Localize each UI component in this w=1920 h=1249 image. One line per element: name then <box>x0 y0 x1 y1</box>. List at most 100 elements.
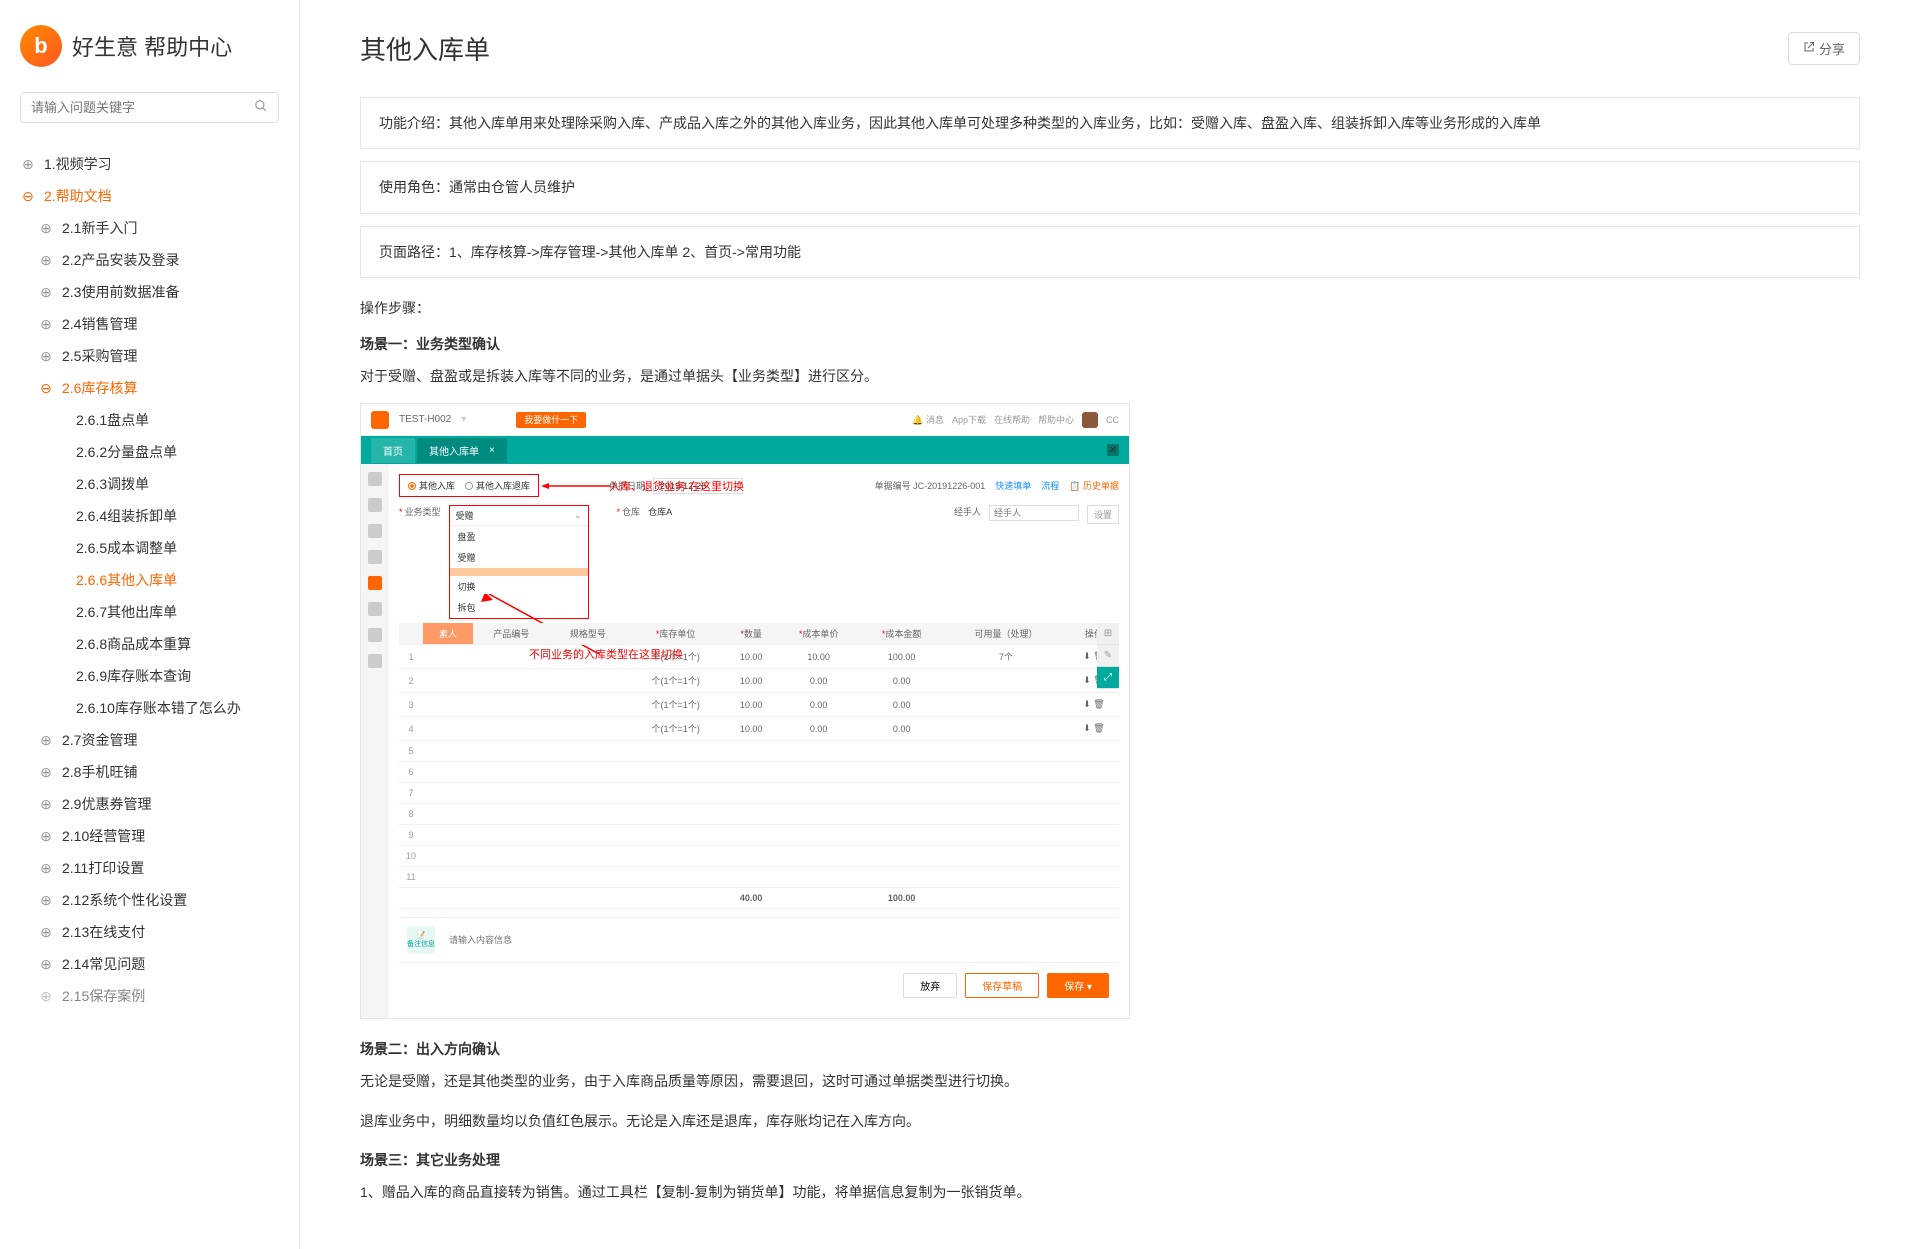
search-box[interactable] <box>20 92 279 123</box>
nav-2-6-5[interactable]: 2.6.5成本调整单 <box>76 532 279 564</box>
nav-label: 2.4销售管理 <box>62 314 137 334</box>
nav-label: 2.9优惠券管理 <box>62 794 151 814</box>
rail-icon-active[interactable] <box>368 576 382 590</box>
plus-icon <box>38 220 54 236</box>
dd-opt[interactable]: 受赠 <box>450 547 588 568</box>
nav-2-6-8[interactable]: 2.6.8商品成本重算 <box>76 628 279 660</box>
nav-2-1[interactable]: 2.1新手入门 <box>38 212 279 244</box>
history-link[interactable]: 📋 历史单据 <box>1069 479 1119 492</box>
tool-icon[interactable]: ✎ <box>1097 645 1119 667</box>
dd-opt[interactable]: 盘盈 <box>450 526 588 547</box>
nav-2-7[interactable]: 2.7资金管理 <box>38 724 279 756</box>
nav-label: 2.6.7其他出库单 <box>76 602 177 622</box>
nav-2-3[interactable]: 2.3使用前数据准备 <box>38 276 279 308</box>
rail-icon[interactable] <box>368 498 382 512</box>
nav-2-6-10[interactable]: 2.6.10库存账本错了怎么办 <box>76 692 279 724</box>
nav-label: 2.1新手入门 <box>62 218 137 238</box>
rail-icon[interactable] <box>368 628 382 642</box>
nav-2-15[interactable]: 2.15保存案例 <box>38 980 279 1012</box>
right-toolbar: ⊞ ✎ ⤢ <box>1097 623 1119 689</box>
path-label: 页面路径： <box>379 244 449 260</box>
nav-label: 2.6.9库存账本查询 <box>76 666 191 686</box>
nav-2-6-4[interactable]: 2.6.4组装拆卸单 <box>76 500 279 532</box>
tool-icon[interactable]: ⤢ <box>1097 667 1119 689</box>
nav-video[interactable]: 1.视频学习 <box>20 148 279 180</box>
plus-icon <box>38 764 54 780</box>
search-icon[interactable] <box>254 99 268 116</box>
rail-icon[interactable] <box>368 602 382 616</box>
nav-2-6[interactable]: 2.6库存核算 <box>38 372 279 404</box>
nav-2-2[interactable]: 2.2产品安装及登录 <box>38 244 279 276</box>
rail-icon[interactable] <box>368 550 382 564</box>
ss-msg-link[interactable]: 🔔 消息 <box>912 413 944 426</box>
plus-icon <box>38 348 54 364</box>
nav-2-6-7[interactable]: 2.6.7其他出库单 <box>76 596 279 628</box>
ss-action-button[interactable]: 我要做什一下 <box>516 412 586 428</box>
nav-label: 2.3使用前数据准备 <box>62 282 179 302</box>
intro-label: 功能介绍： <box>379 115 449 131</box>
radio-in[interactable]: 其他入库 <box>408 479 455 492</box>
radio-return[interactable]: 其他入库退库 <box>465 479 530 492</box>
page-title: 其他入库单 <box>360 30 490 67</box>
share-label: 分享 <box>1819 39 1845 58</box>
nav-label: 2.6.4组装拆卸单 <box>76 506 177 526</box>
nav-2-10[interactable]: 2.10经营管理 <box>38 820 279 852</box>
nav-label: 2.6库存核算 <box>62 378 137 398</box>
logo[interactable]: b 好生意 帮助中心 <box>20 25 279 67</box>
tool-icon[interactable]: ⊞ <box>1097 623 1119 645</box>
search-input[interactable] <box>31 100 254 115</box>
op-input[interactable] <box>989 505 1079 521</box>
nav-2-5[interactable]: 2.5采购管理 <box>38 340 279 372</box>
nav-2-11[interactable]: 2.11打印设置 <box>38 852 279 884</box>
quick-fill-link[interactable]: 快速填单 <box>995 479 1031 492</box>
nav-docs[interactable]: 2.帮助文档 <box>20 180 279 212</box>
nav-2-9[interactable]: 2.9优惠券管理 <box>38 788 279 820</box>
note-input[interactable] <box>443 929 1111 951</box>
note-row: 📝备注信息 <box>399 917 1119 962</box>
role-box: 使用角色：通常由仓管人员维护 <box>360 161 1860 213</box>
plus-icon <box>38 924 54 940</box>
ss-app-link[interactable]: App下载 <box>952 413 986 426</box>
ss-tabs: 首页 其他入库单 × ✕ <box>361 436 1129 464</box>
scene3-title: 场景三：其它业务处理 <box>360 1150 1860 1170</box>
plus-icon <box>38 252 54 268</box>
scene1-title: 场景一：业务类型确认 <box>360 334 1860 354</box>
plus-icon <box>20 156 36 172</box>
ss-tab-current[interactable]: 其他入库单 × <box>417 438 507 463</box>
nav-2-4[interactable]: 2.4销售管理 <box>38 308 279 340</box>
nav-2-6-3[interactable]: 2.6.3调拨单 <box>76 468 279 500</box>
nav-2-6-9[interactable]: 2.6.9库存账本查询 <box>76 660 279 692</box>
nav-2-14[interactable]: 2.14常见问题 <box>38 948 279 980</box>
plus-icon <box>38 284 54 300</box>
plus-icon <box>38 828 54 844</box>
nav-2-13[interactable]: 2.13在线支付 <box>38 916 279 948</box>
cancel-button[interactable]: 放弃 <box>903 973 957 998</box>
avatar-icon[interactable] <box>1082 412 1098 428</box>
nav-2-6-1[interactable]: 2.6.1盘点单 <box>76 404 279 436</box>
rail-icon[interactable] <box>368 472 382 486</box>
nav-2-12[interactable]: 2.12系统个性化设置 <box>38 884 279 916</box>
setting-button[interactable]: 设置 <box>1087 505 1119 524</box>
close-icon[interactable]: ✕ <box>1107 444 1119 456</box>
nav-2-6-2[interactable]: 2.6.2分量盘点单 <box>76 436 279 468</box>
ss-center-link[interactable]: 帮助中心 <box>1038 413 1074 426</box>
flow-link[interactable]: 流程 <box>1041 479 1059 492</box>
ss-env-label: TEST-H002 <box>399 414 451 425</box>
nav-label: 2.5采购管理 <box>62 346 137 366</box>
ss-tab-home[interactable]: 首页 <box>371 438 415 463</box>
rail-icon[interactable] <box>368 524 382 538</box>
rail-icon[interactable] <box>368 654 382 668</box>
share-button[interactable]: 分享 <box>1788 32 1860 65</box>
nav-label: 2.帮助文档 <box>44 186 112 206</box>
ss-help-link[interactable]: 在线帮助 <box>994 413 1030 426</box>
nav-label: 2.13在线支付 <box>62 922 145 942</box>
type-radio-group: 其他入库 其他入库退库 <box>399 474 539 497</box>
nav-2-6-6[interactable]: 2.6.6其他入库单 <box>76 564 279 596</box>
draft-button[interactable]: 保存草稿 <box>965 973 1039 998</box>
minus-icon <box>20 188 36 204</box>
dd-opt[interactable] <box>450 568 588 576</box>
plus-icon <box>38 732 54 748</box>
screenshot-image: TEST-H002 ▾ 我要做什一下 🔔 消息 App下载 在线帮助 帮助中心 … <box>360 403 1130 1019</box>
save-button[interactable]: 保存 ▾ <box>1047 973 1109 998</box>
nav-2-8[interactable]: 2.8手机旺铺 <box>38 756 279 788</box>
